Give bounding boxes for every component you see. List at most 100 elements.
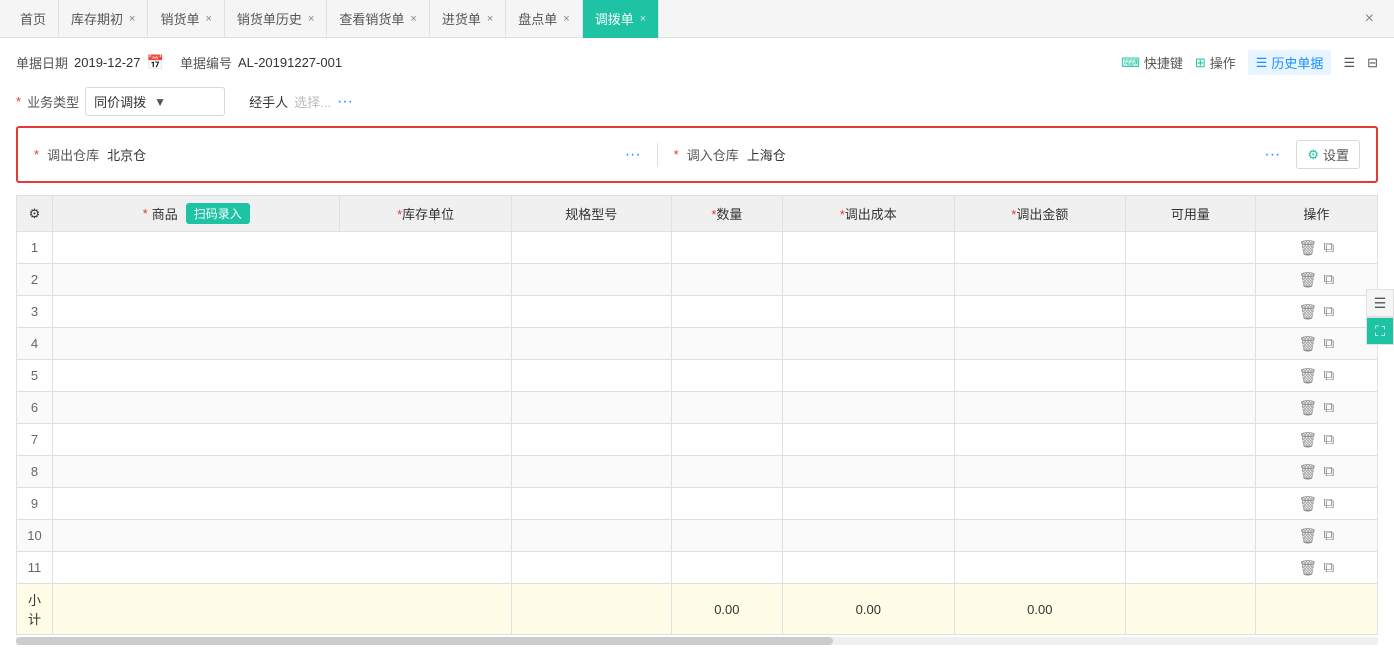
product-cell[interactable] [53,456,512,488]
warehouse-in-more-btn[interactable]: ··· [1264,146,1280,164]
operation-btn[interactable]: ⊞ 操作 [1195,53,1236,72]
close-icon[interactable]: × [487,13,493,25]
delete-icon[interactable]: 🗑 [1299,559,1318,577]
product-cell[interactable] [53,552,512,584]
tab-transfer[interactable]: 调拨单 × [583,0,659,38]
tab-home[interactable]: 首页 [8,0,59,38]
amount-cell[interactable] [954,392,1126,424]
th-gear[interactable]: ⚙ [17,196,53,232]
available-cell[interactable] [1126,360,1256,392]
qty-cell[interactable] [671,424,782,456]
scan-button[interactable]: 扫码录入 [186,203,250,224]
copy-icon[interactable]: ⧉ [1324,367,1335,384]
close-icon[interactable]: × [308,13,314,25]
cost-cell[interactable] [783,392,955,424]
qty-cell[interactable] [671,552,782,584]
qty-cell[interactable] [671,232,782,264]
product-cell[interactable] [53,328,512,360]
qty-cell[interactable] [671,392,782,424]
layout-btn1[interactable]: ☰ [1343,55,1355,71]
copy-icon[interactable]: ⧉ [1324,239,1335,256]
close-icon[interactable]: × [205,13,211,25]
delete-icon[interactable]: 🗑 [1299,495,1318,513]
copy-icon[interactable]: ⧉ [1324,527,1335,544]
copy-icon[interactable]: ⧉ [1324,399,1335,416]
spec-cell[interactable] [511,520,671,552]
cost-cell[interactable] [783,328,955,360]
product-cell[interactable] [53,232,512,264]
copy-icon[interactable]: ⧉ [1324,495,1335,512]
amount-cell[interactable] [954,456,1126,488]
cost-cell[interactable] [783,360,955,392]
product-cell[interactable] [53,488,512,520]
close-icon[interactable]: × [129,13,135,25]
product-cell[interactable] [53,296,512,328]
copy-icon[interactable]: ⧉ [1324,303,1335,320]
warehouse-out-more-btn[interactable]: ··· [625,146,641,164]
available-cell[interactable] [1126,552,1256,584]
spec-cell[interactable] [511,296,671,328]
shortcut-btn[interactable]: ⌨ 快捷键 [1121,53,1183,72]
cost-cell[interactable] [783,296,955,328]
delete-icon[interactable]: 🗑 [1299,463,1318,481]
cost-cell[interactable] [783,456,955,488]
product-cell[interactable] [53,392,512,424]
copy-icon[interactable]: ⧉ [1324,335,1335,352]
qty-cell[interactable] [671,328,782,360]
delete-icon[interactable]: 🗑 [1299,303,1318,321]
available-cell[interactable] [1126,296,1256,328]
scrollbar-thumb[interactable] [16,637,833,645]
tab-stocktake[interactable]: 盘点单 × [506,0,582,38]
window-close-button[interactable]: × [1353,10,1386,28]
amount-cell[interactable] [954,328,1126,360]
spec-cell[interactable] [511,424,671,456]
cost-cell[interactable] [783,488,955,520]
available-cell[interactable] [1126,232,1256,264]
close-icon[interactable]: × [410,13,416,25]
cost-cell[interactable] [783,520,955,552]
qty-cell[interactable] [671,296,782,328]
qty-cell[interactable] [671,520,782,552]
available-cell[interactable] [1126,488,1256,520]
layout-btn2[interactable]: ⊟ [1367,55,1378,71]
amount-cell[interactable] [954,520,1126,552]
spec-cell[interactable] [511,360,671,392]
delete-icon[interactable]: 🗑 [1299,431,1318,449]
spec-cell[interactable] [511,328,671,360]
qty-cell[interactable] [671,360,782,392]
spec-cell[interactable] [511,456,671,488]
cost-cell[interactable] [783,552,955,584]
person-more-btn[interactable]: ··· [337,93,353,111]
product-cell[interactable] [53,264,512,296]
qty-cell[interactable] [671,456,782,488]
product-cell[interactable] [53,424,512,456]
qty-cell[interactable] [671,264,782,296]
available-cell[interactable] [1126,520,1256,552]
sidebar-expand-icon[interactable]: ⛶ [1366,317,1394,345]
spec-cell[interactable] [511,264,671,296]
copy-icon[interactable]: ⧉ [1324,271,1335,288]
spec-cell[interactable] [511,232,671,264]
chevron-down-icon[interactable]: ▼ [154,95,166,109]
settings-button[interactable]: ⚙ 设置 [1296,140,1360,169]
delete-icon[interactable]: 🗑 [1299,271,1318,289]
delete-icon[interactable]: 🗑 [1299,239,1318,257]
delete-icon[interactable]: 🗑 [1299,335,1318,353]
tab-inventory-init[interactable]: 库存期初 × [59,0,148,38]
cost-cell[interactable] [783,232,955,264]
spec-cell[interactable] [511,488,671,520]
product-cell[interactable] [53,520,512,552]
amount-cell[interactable] [954,296,1126,328]
horizontal-scrollbar[interactable] [16,637,1378,645]
amount-cell[interactable] [954,360,1126,392]
tab-view-sales[interactable]: 查看销货单 × [327,0,429,38]
delete-icon[interactable]: 🗑 [1299,367,1318,385]
cost-cell[interactable] [783,264,955,296]
product-cell[interactable] [53,360,512,392]
business-type-select[interactable]: 同价调拨 ▼ [85,87,225,116]
sidebar-list-icon[interactable]: ☰ [1366,289,1394,317]
tab-purchase[interactable]: 进货单 × [430,0,506,38]
amount-cell[interactable] [954,232,1126,264]
tab-sales-history[interactable]: 销货单历史 × [225,0,327,38]
cost-cell[interactable] [783,424,955,456]
